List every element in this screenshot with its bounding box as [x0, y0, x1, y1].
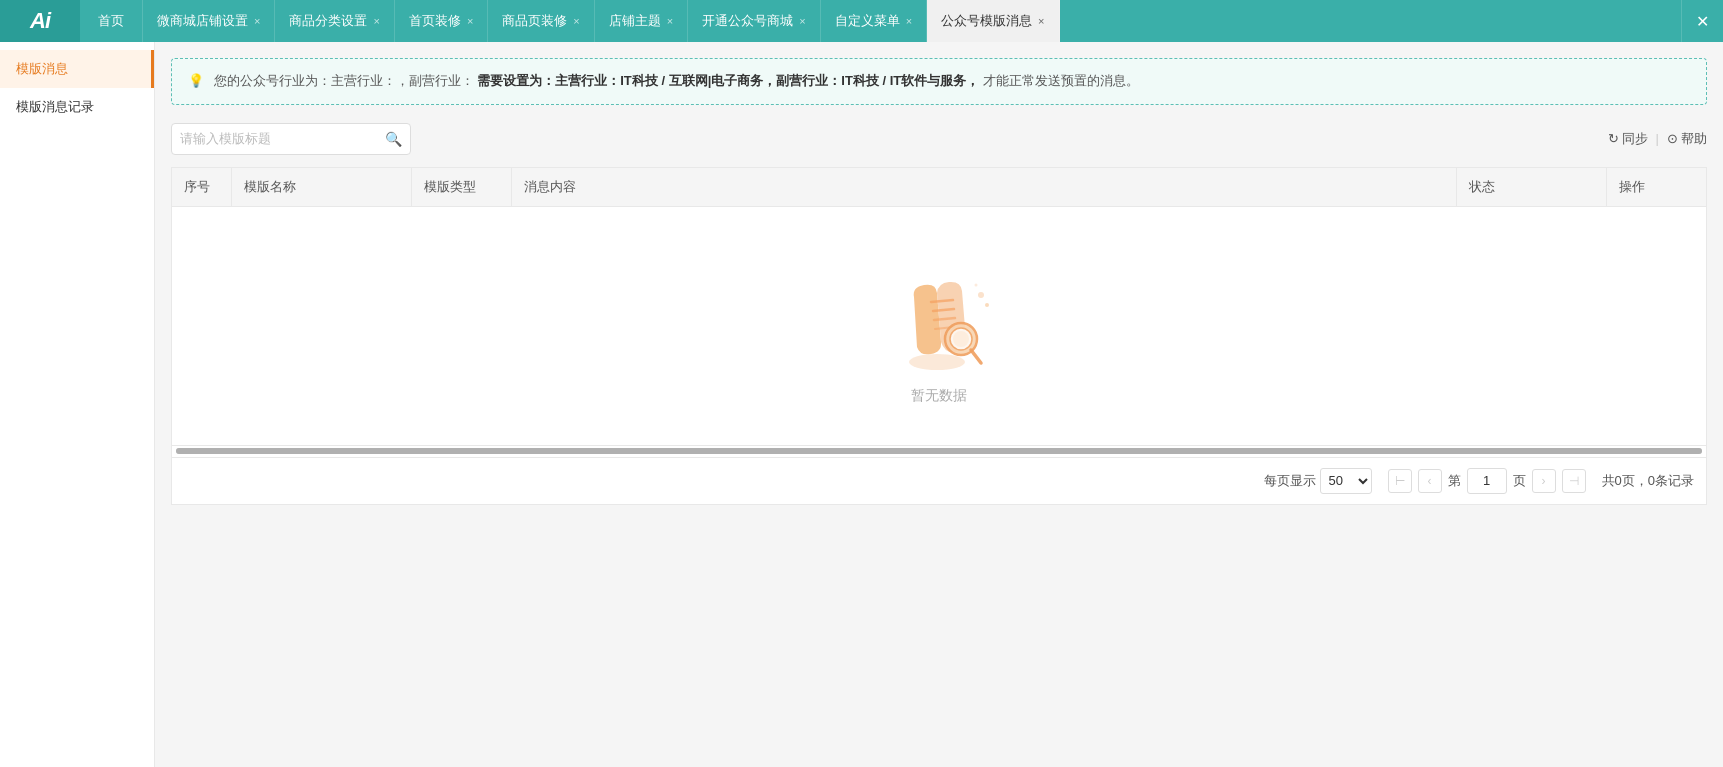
- svg-point-10: [985, 303, 989, 307]
- table-col-模版类型: 模版类型: [412, 167, 512, 206]
- table-col-操作: 操作: [1607, 167, 1707, 206]
- close-all-tabs-button[interactable]: ✕: [1681, 0, 1723, 42]
- scrollbar-area[interactable]: [171, 446, 1707, 458]
- nav-tab-home[interactable]: 首页: [80, 0, 143, 42]
- sync-icon: ↻: [1608, 131, 1619, 146]
- close-tab-icon-custom-menu[interactable]: ×: [906, 15, 912, 27]
- bulb-icon: 💡: [188, 73, 204, 88]
- notice-text-suffix: 才能正常发送预置的消息。: [983, 73, 1139, 88]
- svg-point-9: [978, 292, 984, 298]
- nav-tab-shop-theme[interactable]: 店铺主题×: [595, 0, 688, 42]
- nav-tab-custom-menu[interactable]: 自定义菜单×: [821, 0, 927, 42]
- svg-line-8: [971, 350, 981, 363]
- close-tab-icon-shop-setting[interactable]: ×: [254, 15, 260, 27]
- empty-row: 暂无数据: [172, 206, 1707, 445]
- top-nav: Ai 首页微商城店铺设置×商品分类设置×首页装修×商品页装修×店铺主题×开通公众…: [0, 0, 1723, 42]
- main-layout: 模版消息模版消息记录 💡 您的公众号行业为：主营行业：，副营行业： 需要设置为：…: [0, 42, 1723, 767]
- nav-tab-template-msg[interactable]: 公众号模版消息×: [927, 0, 1059, 42]
- empty-illustration: [879, 267, 999, 387]
- table-col-消息内容: 消息内容: [512, 167, 1457, 206]
- help-label: 帮助: [1681, 130, 1707, 148]
- pagination: 每页显示 50 10 20 100 ⊢ ‹ 第 页 › ⊣ 共0页，0条记录: [171, 458, 1707, 505]
- svg-point-0: [909, 354, 965, 370]
- empty-text: 暂无数据: [911, 387, 967, 405]
- divider: |: [1656, 131, 1659, 146]
- svg-point-7: [953, 331, 969, 347]
- per-page-label: 每页显示: [1264, 472, 1316, 490]
- notice-banner: 💡 您的公众号行业为：主营行业：，副营行业： 需要设置为：主营行业：IT科技 /…: [171, 58, 1707, 105]
- table-col-状态: 状态: [1457, 167, 1607, 206]
- scrollbar-track[interactable]: [176, 448, 1702, 454]
- sync-button[interactable]: ↻ 同步: [1608, 130, 1648, 148]
- svg-point-11: [975, 283, 978, 286]
- prev-page-button[interactable]: ‹: [1418, 469, 1442, 493]
- notice-highlight: 需要设置为：主营行业：IT科技 / 互联网|电子商务，副营行业：IT科技 / I…: [477, 73, 979, 88]
- page-size-select: 每页显示 50 10 20 100: [1264, 468, 1372, 494]
- help-button[interactable]: ⊙ 帮助: [1667, 130, 1707, 148]
- empty-state: 暂无数据: [172, 207, 1706, 445]
- sidebar: 模版消息模版消息记录: [0, 42, 155, 767]
- table-header: 序号模版名称模版类型消息内容状态操作: [172, 167, 1707, 206]
- nav-tab-category-setting[interactable]: 商品分类设置×: [275, 0, 394, 42]
- close-tab-icon-category-setting[interactable]: ×: [373, 15, 379, 27]
- help-icon: ⊙: [1667, 131, 1678, 146]
- per-page-select[interactable]: 50 10 20 100: [1320, 468, 1372, 494]
- search-input[interactable]: [180, 131, 385, 146]
- search-bar: 🔍 ↻ 同步 | ⊙ 帮助: [171, 123, 1707, 155]
- table-header-row: 序号模版名称模版类型消息内容状态操作: [172, 167, 1707, 206]
- nav-tab-open-mall[interactable]: 开通公众号商城×: [688, 0, 820, 42]
- table-col-序号: 序号: [172, 167, 232, 206]
- close-tab-icon-open-mall[interactable]: ×: [799, 15, 805, 27]
- page-label-pre: 第: [1448, 472, 1461, 490]
- close-tab-icon-home-decor[interactable]: ×: [467, 15, 473, 27]
- close-tab-icon-shop-theme[interactable]: ×: [667, 15, 673, 27]
- page-label-post: 页: [1513, 472, 1526, 490]
- scrollbar-thumb[interactable]: [176, 448, 1702, 454]
- current-page-input[interactable]: [1467, 468, 1507, 494]
- notice-text-prefix: 您的公众号行业为：主营行业：，副营行业：: [214, 73, 474, 88]
- nav-tab-product-decor[interactable]: 商品页装修×: [488, 0, 594, 42]
- nav-tab-home-decor[interactable]: 首页装修×: [395, 0, 488, 42]
- close-tab-icon-product-decor[interactable]: ×: [573, 15, 579, 27]
- sidebar-item-template-message-record[interactable]: 模版消息记录: [0, 88, 154, 126]
- first-page-button[interactable]: ⊢: [1388, 469, 1412, 493]
- last-page-button[interactable]: ⊣: [1562, 469, 1586, 493]
- nav-tab-shop-setting[interactable]: 微商城店铺设置×: [143, 0, 275, 42]
- table-col-模版名称: 模版名称: [232, 167, 412, 206]
- app-logo: Ai: [0, 0, 80, 42]
- data-table: 序号模版名称模版类型消息内容状态操作: [171, 167, 1707, 446]
- next-page-button[interactable]: ›: [1532, 469, 1556, 493]
- sidebar-item-template-message[interactable]: 模版消息: [0, 50, 154, 88]
- content-area: 💡 您的公众号行业为：主营行业：，副营行业： 需要设置为：主营行业：IT科技 /…: [155, 42, 1723, 767]
- search-actions: ↻ 同步 | ⊙ 帮助: [1608, 130, 1707, 148]
- search-input-wrap[interactable]: 🔍: [171, 123, 411, 155]
- close-tab-icon-template-msg[interactable]: ×: [1038, 15, 1044, 27]
- total-info: 共0页，0条记录: [1602, 472, 1694, 490]
- nav-tabs: 首页微商城店铺设置×商品分类设置×首页装修×商品页装修×店铺主题×开通公众号商城…: [80, 0, 1681, 42]
- table-body: 暂无数据: [172, 206, 1707, 445]
- sync-label: 同步: [1622, 130, 1648, 148]
- search-icon[interactable]: 🔍: [385, 131, 402, 147]
